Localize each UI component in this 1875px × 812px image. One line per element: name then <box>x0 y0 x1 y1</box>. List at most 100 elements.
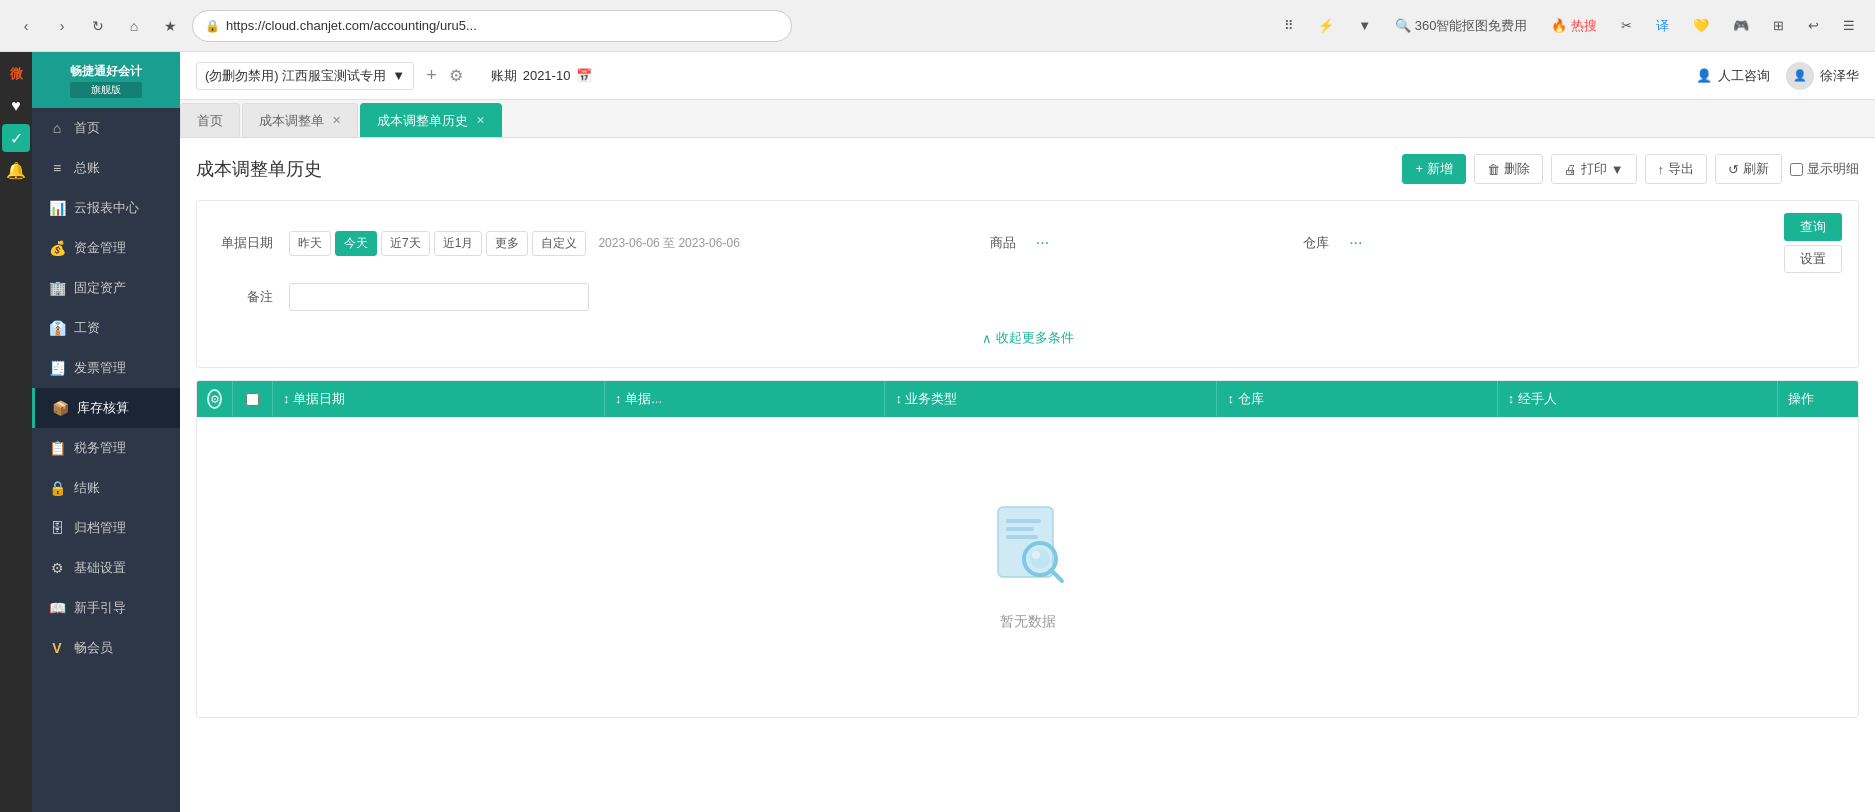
icon-sidebar-active[interactable]: ✓ <box>2 124 30 152</box>
note-input[interactable] <box>289 283 589 311</box>
collapse-label: 收起更多条件 <box>996 329 1074 347</box>
calendar-icon[interactable]: 📅 <box>576 68 592 83</box>
new-btn[interactable]: + 新增 <box>1402 154 1465 184</box>
company-selector[interactable]: (勿删勿禁用) 江西服宝测试专用 ▼ <box>196 62 414 90</box>
sidebar-item-fixed-assets[interactable]: 🏢 固定资产 <box>32 268 180 308</box>
export-icon: ↑ <box>1658 162 1665 177</box>
th-type[interactable]: ↕ 业务类型 <box>885 381 1217 417</box>
display-checkbox[interactable] <box>1790 163 1803 176</box>
avatar-icon: 👤 <box>1793 69 1807 82</box>
tab-cost-history[interactable]: 成本调整单历史 ✕ <box>360 103 502 137</box>
address-bar[interactable]: 🔒 https://cloud.chanjet.com/accounting/u… <box>192 10 792 42</box>
th-settings[interactable]: ⚙ <box>197 381 233 417</box>
tab-cost-adjustment[interactable]: 成本调整单 ✕ <box>242 103 358 137</box>
back-button[interactable]: ‹ <box>12 12 40 40</box>
wallet-button[interactable]: 💛 <box>1685 14 1717 37</box>
scissors-button[interactable]: ✂ <box>1613 14 1640 37</box>
lightning-button[interactable]: ⚡ <box>1310 14 1342 37</box>
icon-sidebar-weibo[interactable]: 微 <box>2 60 30 88</box>
sidebar-item-ledger[interactable]: ≡ 总账 <box>32 148 180 188</box>
add-company-btn[interactable]: + <box>426 65 437 86</box>
settings-query-btn[interactable]: 设置 <box>1784 245 1842 273</box>
icon-sidebar-heart[interactable]: ♥ <box>2 92 30 120</box>
select-all-checkbox[interactable] <box>246 393 259 406</box>
service-btn[interactable]: 👤 人工咨询 <box>1696 67 1770 85</box>
home-button[interactable]: ⌂ <box>120 12 148 40</box>
th-date[interactable]: ↕ 单据日期 <box>273 381 605 417</box>
forward-button[interactable]: › <box>48 12 76 40</box>
refresh-btn[interactable]: ↺ 刷新 <box>1715 154 1782 184</box>
sidebar-item-invoice[interactable]: 🧾 发票管理 <box>32 348 180 388</box>
dropdown-button[interactable]: ▼ <box>1350 14 1379 37</box>
sidebar-item-guide[interactable]: 📖 新手引导 <box>32 588 180 628</box>
sidebar-item-funds[interactable]: 💰 资金管理 <box>32 228 180 268</box>
sidebar-item-close[interactable]: 🔒 结账 <box>32 468 180 508</box>
user-profile[interactable]: 👤 徐泽华 <box>1786 62 1859 90</box>
hot-search-button[interactable]: 🔥 热搜 <box>1543 13 1605 39</box>
delete-btn[interactable]: 🗑 删除 <box>1474 154 1543 184</box>
query-btn[interactable]: 查询 <box>1784 213 1842 241</box>
translate-button[interactable]: 译 <box>1648 13 1677 39</box>
search-button[interactable]: 🔍 360智能抠图免费用 <box>1387 13 1535 39</box>
refresh-button[interactable]: ↻ <box>84 12 112 40</box>
sidebar-item-salary[interactable]: 👔 工资 <box>32 308 180 348</box>
date-filter-label: 单据日期 <box>213 234 273 252</box>
th-warehouse[interactable]: ↕ 仓库 <box>1217 381 1497 417</box>
empty-text: 暂无数据 <box>1000 613 1056 631</box>
yesterday-btn[interactable]: 昨天 <box>289 231 331 256</box>
display-toggle[interactable]: 显示明细 <box>1790 160 1859 178</box>
page-title: 成本调整单历史 <box>196 157 322 181</box>
browser-bar: ‹ › ↻ ⌂ ★ 🔒 https://cloud.chanjet.com/ac… <box>0 0 1875 52</box>
empty-icon <box>978 497 1078 597</box>
tab-cost-adjustment-close[interactable]: ✕ <box>332 114 341 127</box>
th-checkbox[interactable] <box>233 381 273 417</box>
today-btn[interactable]: 今天 <box>335 231 377 256</box>
th-person[interactable]: ↕ 经手人 <box>1498 381 1778 417</box>
filter-actions: 查询 设置 <box>1784 213 1842 273</box>
sidebar-item-inventory[interactable]: 📦 库存核算 <box>32 388 180 428</box>
grid-button[interactable]: ⊞ <box>1765 14 1792 37</box>
warehouse-dots[interactable]: ··· <box>1349 234 1362 252</box>
star-button[interactable]: ★ <box>156 12 184 40</box>
extensions-button[interactable]: ⠿ <box>1276 14 1302 37</box>
username: 徐泽华 <box>1820 67 1859 85</box>
sidebar-label-tax: 税务管理 <box>74 439 126 457</box>
page-actions: + 新增 🗑 删除 🖨 打印 ▼ ↑ 导出 ↺ <box>1402 154 1859 184</box>
guide-icon: 📖 <box>48 600 66 616</box>
sidebar-item-archive[interactable]: 🗄 归档管理 <box>32 508 180 548</box>
settings-gear-icon[interactable]: ⚙ <box>449 66 463 85</box>
sidebar-nav: ⌂ 首页 ≡ 总账 📊 云报表中心 💰 资金管理 🏢 固定资产 👔 工资 <box>32 108 180 812</box>
game-button[interactable]: 🎮 <box>1725 14 1757 37</box>
print-label: 打印 <box>1581 160 1607 178</box>
tab-cost-adjustment-label: 成本调整单 <box>259 112 324 130</box>
goods-dots[interactable]: ··· <box>1036 234 1049 252</box>
sidebar-item-home[interactable]: ⌂ 首页 <box>32 108 180 148</box>
th-doc-label: ↕ 单据... <box>615 390 662 408</box>
sidebar-item-settings[interactable]: ⚙ 基础设置 <box>32 548 180 588</box>
export-btn[interactable]: ↑ 导出 <box>1645 154 1708 184</box>
sidebar-item-vip[interactable]: V 畅会员 <box>32 628 180 668</box>
tab-home[interactable]: 首页 <box>180 103 240 137</box>
home-icon: ⌂ <box>48 120 66 136</box>
undo-button[interactable]: ↩ <box>1800 14 1827 37</box>
sidebar-label-close: 结账 <box>74 479 100 497</box>
gear-icon[interactable]: ⚙ <box>207 389 222 409</box>
more-btn[interactable]: 更多 <box>486 231 528 256</box>
icon-sidebar-bell[interactable]: 🔔 <box>2 156 30 184</box>
1month-btn[interactable]: 近1月 <box>434 231 483 256</box>
print-btn[interactable]: 🖨 打印 ▼ <box>1551 154 1637 184</box>
sidebar-item-reports[interactable]: 📊 云报表中心 <box>32 188 180 228</box>
7days-btn[interactable]: 近7天 <box>381 231 430 256</box>
sidebar-label-invoice: 发票管理 <box>74 359 126 377</box>
collapse-btn[interactable]: ∧ 收起更多条件 <box>982 329 1074 347</box>
tab-cost-history-close[interactable]: ✕ <box>476 114 485 127</box>
custom-btn[interactable]: 自定义 <box>532 231 586 256</box>
sidebar-item-tax[interactable]: 📋 税务管理 <box>32 428 180 468</box>
browser-tools: ⠿ ⚡ ▼ 🔍 360智能抠图免费用 🔥 热搜 ✂ 译 💛 🎮 ⊞ ↩ ☰ <box>1276 13 1863 39</box>
svg-rect-3 <box>1006 535 1038 539</box>
th-doc[interactable]: ↕ 单据... <box>605 381 885 417</box>
table-header: ⚙ ↕ 单据日期 ↕ 单据... ↕ 业务类型 ↕ 仓库 <box>197 381 1858 417</box>
main-sidebar: 畅捷通好会计 旗舰版 ⌂ 首页 ≡ 总账 📊 云报表中心 💰 资金管理 🏢 <box>32 52 180 812</box>
menu-button[interactable]: ☰ <box>1835 14 1863 37</box>
sidebar-label-archive: 归档管理 <box>74 519 126 537</box>
